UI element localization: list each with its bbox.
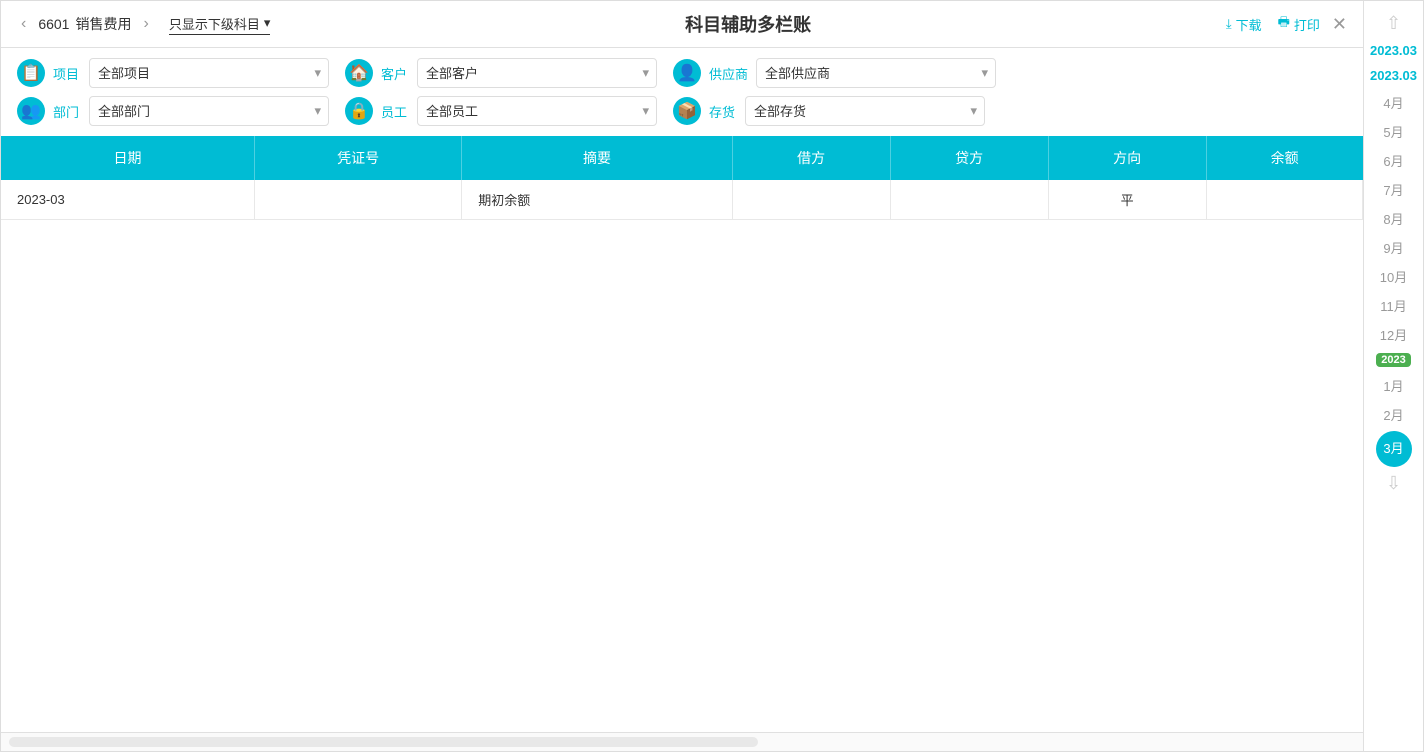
filter-item-inventory: 📦 存货 全部存货 <box>673 96 985 126</box>
project-label: 项目 <box>53 64 81 83</box>
filter-item-dept: 👥 部门 全部部门 <box>17 96 329 126</box>
col-debit: 借方 <box>732 136 890 180</box>
filter-item-supplier: 👤 供应商 全部供应商 <box>673 58 996 88</box>
project-icon: 📋 <box>17 59 45 87</box>
employee-select-wrapper: 全部员工 <box>417 96 657 126</box>
sidebar-item-2[interactable]: 2月 <box>1383 400 1403 429</box>
dept-label: 部门 <box>53 102 81 121</box>
sidebar-item-4[interactable]: 4月 <box>1383 88 1403 117</box>
print-icon: 🖶 <box>1278 13 1290 35</box>
sidebar-item-12[interactable]: 12月 <box>1380 320 1407 349</box>
header-actions: ⤓ 下载 🖶 打印 <box>1226 13 1320 35</box>
sidebar-item-6[interactable]: 6月 <box>1383 146 1403 175</box>
filter-item-employee: 🔒 员工 全部员工 <box>345 96 657 126</box>
prev-account-btn[interactable]: ‹ <box>17 15 30 33</box>
col-voucher: 凭证号 <box>255 136 462 180</box>
table-body: 2023-03 期初余额 平 <box>1 180 1363 220</box>
col-date: 日期 <box>1 136 255 180</box>
sidebar-item-1[interactable]: 1月 <box>1383 371 1403 400</box>
sidebar-item-2023-03-2[interactable]: 2023.03 <box>1370 63 1417 88</box>
customer-icon: 🏠 <box>345 59 373 87</box>
download-btn[interactable]: ⤓ 下载 <box>1226 15 1262 34</box>
sidebar-down-btn[interactable]: ⇩ <box>1382 469 1405 498</box>
customer-label: 客户 <box>381 64 409 83</box>
account-code: 6601 <box>38 16 69 32</box>
show-sub-label[interactable]: 只显示下级科目 ▾ <box>169 14 271 35</box>
sidebar-up-btn[interactable]: ⇧ <box>1382 9 1405 38</box>
supplier-select-wrapper: 全部供应商 <box>756 58 996 88</box>
inventory-select[interactable]: 全部存货 <box>745 96 985 126</box>
cell-debit <box>732 180 890 220</box>
sidebar-item-3-active[interactable]: 3月 <box>1376 431 1412 467</box>
project-select[interactable]: 全部项目 <box>89 58 329 88</box>
employee-label: 员工 <box>381 102 409 121</box>
supplier-icon: 👤 <box>673 59 701 87</box>
sidebar-item-7[interactable]: 7月 <box>1383 175 1403 204</box>
cell-credit <box>890 180 1048 220</box>
account-code-display: 6601 销售费用 <box>38 14 131 34</box>
sidebar-item-8[interactable]: 8月 <box>1383 204 1403 233</box>
project-select-wrapper: 全部项目 <box>89 58 329 88</box>
filter-row-1: 📋 项目 全部项目 🏠 客户 全部客户 <box>17 58 1347 88</box>
main-window: ⇧ 2023.03 2023.03 4月 5月 6月 7月 8月 9月 10月 … <box>0 0 1424 752</box>
supplier-select[interactable]: 全部供应商 <box>756 58 996 88</box>
inventory-icon: 📦 <box>673 97 701 125</box>
show-sub-filter[interactable]: 只显示下级科目 ▾ <box>169 14 271 35</box>
sidebar-item-11[interactable]: 11月 <box>1380 291 1407 320</box>
table-area: 日期 凭证号 摘要 借方 贷方 方向 余额 2023-03 <box>1 136 1363 732</box>
page-title: 科目辅助多栏账 <box>270 11 1225 37</box>
dept-icon: 👥 <box>17 97 45 125</box>
data-table: 日期 凭证号 摘要 借方 贷方 方向 余额 2023-03 <box>1 136 1363 220</box>
col-direction: 方向 <box>1048 136 1206 180</box>
cell-direction: 平 <box>1048 180 1206 220</box>
year-badge: 2023 <box>1376 351 1410 369</box>
scrollbar-area <box>1 732 1363 751</box>
horizontal-scrollbar[interactable] <box>9 737 758 747</box>
filter-item-customer: 🏠 客户 全部客户 <box>345 58 657 88</box>
cell-balance <box>1206 180 1362 220</box>
dept-select-wrapper: 全部部门 <box>89 96 329 126</box>
header-bar: ‹ 6601 销售费用 › 只显示下级科目 ▾ 科目辅助多栏账 ⤓ 下载 <box>1 1 1363 48</box>
inventory-label: 存货 <box>709 102 737 121</box>
cell-voucher <box>255 180 462 220</box>
table-container: 日期 凭证号 摘要 借方 贷方 方向 余额 2023-03 <box>1 136 1363 220</box>
table-row: 2023-03 期初余额 平 <box>1 180 1363 220</box>
col-balance: 余额 <box>1206 136 1362 180</box>
cell-date: 2023-03 <box>1 180 255 220</box>
col-credit: 贷方 <box>890 136 1048 180</box>
sidebar-item-5[interactable]: 5月 <box>1383 117 1403 146</box>
filter-item-project: 📋 项目 全部项目 <box>17 58 329 88</box>
download-icon: ⤓ <box>1226 16 1232 32</box>
inventory-select-wrapper: 全部存货 <box>745 96 985 126</box>
employee-icon: 🔒 <box>345 97 373 125</box>
sidebar-item-2023-03-1[interactable]: 2023.03 <box>1370 38 1417 63</box>
employee-select[interactable]: 全部员工 <box>417 96 657 126</box>
table-header-row: 日期 凭证号 摘要 借方 贷方 方向 余额 <box>1 136 1363 180</box>
filter-area: 📋 项目 全部项目 🏠 客户 全部客户 <box>1 48 1363 136</box>
col-summary: 摘要 <box>462 136 732 180</box>
month-sidebar: ⇧ 2023.03 2023.03 4月 5月 6月 7月 8月 9月 10月 … <box>1363 1 1423 751</box>
account-name: 销售费用 <box>75 14 131 34</box>
cell-summary: 期初余额 <box>462 180 732 220</box>
filter-row-2: 👥 部门 全部部门 🔒 员工 全部员工 <box>17 96 1347 126</box>
customer-select-wrapper: 全部客户 <box>417 58 657 88</box>
print-btn[interactable]: 🖶 打印 <box>1278 13 1320 35</box>
sidebar-item-10[interactable]: 10月 <box>1380 262 1407 291</box>
customer-select[interactable]: 全部客户 <box>417 58 657 88</box>
supplier-label: 供应商 <box>709 64 748 83</box>
sidebar-item-9[interactable]: 9月 <box>1383 233 1403 262</box>
dept-select[interactable]: 全部部门 <box>89 96 329 126</box>
main-content: ‹ 6601 销售费用 › 只显示下级科目 ▾ 科目辅助多栏账 ⤓ 下载 <box>1 1 1363 751</box>
close-btn[interactable]: ✕ <box>1332 14 1347 35</box>
next-account-btn[interactable]: › <box>139 15 152 33</box>
